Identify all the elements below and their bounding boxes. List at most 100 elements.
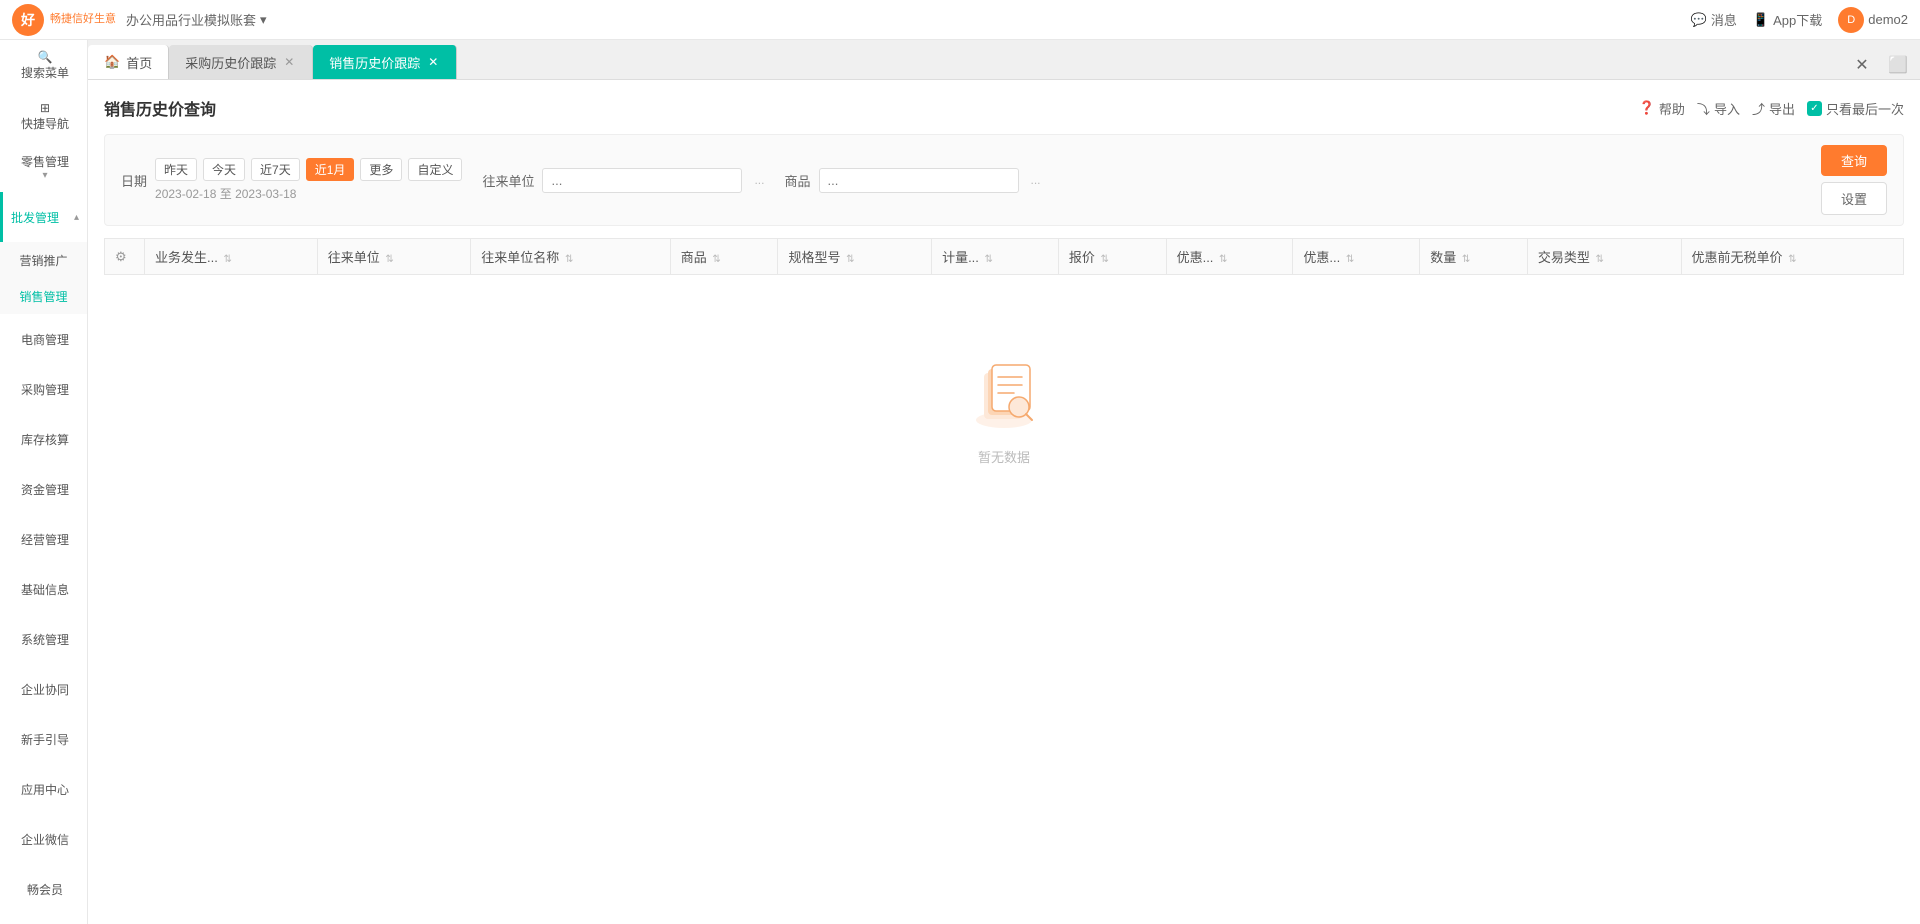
sidebar-item-label: 基础信息 xyxy=(21,581,69,598)
search-button[interactable]: 查询 xyxy=(1821,145,1887,176)
download-icon: 📱 xyxy=(1753,12,1769,28)
date-filters: 昨天 今天 近7天 近1月 更多 自定义 2023-02-18 至 2023-0… xyxy=(155,158,462,202)
gear-icon[interactable]: ⚙ xyxy=(115,249,127,264)
date-btn-custom[interactable]: 自定义 xyxy=(408,158,462,181)
date-btn-7days[interactable]: 近7天 xyxy=(251,158,300,181)
partner-dots: ... xyxy=(754,173,764,187)
product-filter-group: 商品 ... xyxy=(784,168,1040,193)
sidebar-item-label: 企业协同 xyxy=(21,681,69,698)
sidebar-item-member[interactable]: 畅会员 xyxy=(0,864,87,914)
sidebar-item-quick-nav[interactable]: ⊞ 快捷导航 xyxy=(0,91,87,142)
help-button[interactable]: ❓ 帮助 xyxy=(1639,99,1685,118)
sidebar-item-label: 采购管理 xyxy=(21,381,69,398)
sidebar-item-purchase-mgmt[interactable]: 采购管理 xyxy=(0,364,87,414)
app-selector-label: 办公用品行业模拟账套 xyxy=(126,10,256,29)
message-icon: 💬 xyxy=(1691,12,1707,28)
sidebar-item-app-center[interactable]: 应用中心 xyxy=(0,764,87,814)
sidebar-item-basic-info[interactable]: 基础信息 xyxy=(0,564,87,614)
pretax-price-col-header[interactable]: 优惠前无税单价 ⇅ xyxy=(1681,239,1904,275)
date-label: 日期 xyxy=(121,171,147,190)
main-container: 🔍 搜索菜单 ⊞ 快捷导航 零售管理 ▾ 批发管理 ▴ 营销推广 销售管理 电商… xyxy=(0,40,1920,924)
sidebar-item-system-mgmt[interactable]: 系统管理 xyxy=(0,614,87,664)
partner-input[interactable] xyxy=(542,168,742,193)
grid-icon: ⊞ xyxy=(40,101,50,115)
col-label: 计量... xyxy=(942,250,979,265)
close-all-tabs-button[interactable]: ✕ xyxy=(1848,51,1876,79)
table-header: ⚙ 业务发生... ⇅ 往来单位 ⇅ 往来单位名称 ⇅ xyxy=(105,239,1904,275)
product-label: 商品 xyxy=(784,171,810,190)
sidebar-item-enterprise-wechat[interactable]: 企业微信 xyxy=(0,814,87,864)
quote-col-header[interactable]: 报价 ⇅ xyxy=(1058,239,1166,275)
date-btn-row: 昨天 今天 近7天 近1月 更多 自定义 xyxy=(155,158,462,181)
search-icon: 🔍 xyxy=(38,50,53,64)
product-col-header[interactable]: 商品 ⇅ xyxy=(670,239,778,275)
date-btn-1month[interactable]: 近1月 xyxy=(306,158,355,181)
sidebar-item-sales-mgmt[interactable]: 销售管理 xyxy=(0,278,87,314)
message-button[interactable]: 💬 消息 xyxy=(1691,10,1737,29)
date-btn-yesterday[interactable]: 昨天 xyxy=(155,158,197,181)
date-btn-more[interactable]: 更多 xyxy=(360,158,402,181)
only-last-checkbox-group[interactable]: ✓ 只看最后一次 xyxy=(1807,99,1904,118)
sidebar-item-ecommerce[interactable]: 电商管理 xyxy=(0,314,87,364)
data-table: ⚙ 业务发生... ⇅ 往来单位 ⇅ 往来单位名称 ⇅ xyxy=(104,238,1904,275)
export-button[interactable]: ⤴ 导出 xyxy=(1752,99,1795,118)
sidebar-item-marketing[interactable]: 营销推广 xyxy=(0,242,87,278)
tab-purchase-close[interactable]: ✕ xyxy=(282,53,296,71)
page-title: 销售历史价查询 xyxy=(104,96,216,120)
sidebar-item-label: 电商管理 xyxy=(21,331,69,348)
date-filter-group: 日期 昨天 今天 近7天 近1月 更多 自定义 2023-02-18 至 202… xyxy=(121,158,462,202)
sort-icon: ⇅ xyxy=(1101,254,1109,265)
col-label: 优惠前无税单价 xyxy=(1692,250,1783,265)
discount1-col-header[interactable]: 优惠... ⇅ xyxy=(1166,239,1293,275)
tab-home-label: 首页 xyxy=(126,53,152,72)
sidebar-item-label: 搜索菜单 xyxy=(21,64,69,81)
sidebar-item-search-menu[interactable]: 🔍 搜索菜单 xyxy=(0,40,87,91)
tab-bar: 🏠 首页 采购历史价跟踪 ✕ 销售历史价跟踪 ✕ ✕ ⬜ xyxy=(88,40,1920,80)
date-btn-today[interactable]: 今天 xyxy=(203,158,245,181)
sidebar-item-finance[interactable]: 资金管理 xyxy=(0,464,87,514)
sidebar-item-label: 经营管理 xyxy=(21,531,69,548)
col-label: 交易类型 xyxy=(1538,250,1590,265)
tab-home[interactable]: 🏠 首页 xyxy=(88,45,169,79)
unit-col-header[interactable]: 计量... ⇅ xyxy=(932,239,1059,275)
app-selector[interactable]: 办公用品行业模拟账套 ▾ xyxy=(126,10,267,29)
sidebar-item-inventory[interactable]: 库存核算 xyxy=(0,414,87,464)
sidebar-item-label: 批发管理 xyxy=(11,209,59,226)
col-label: 往来单位名称 xyxy=(481,250,559,265)
sidebar-item-enterprise-collab[interactable]: 企业协同 xyxy=(0,664,87,714)
import-button[interactable]: ⤵ 导入 xyxy=(1697,99,1740,118)
import-label: 导入 xyxy=(1714,99,1740,118)
sidebar-item-label: 零售管理 xyxy=(21,153,69,170)
spec-col-header[interactable]: 规格型号 ⇅ xyxy=(778,239,932,275)
sort-icon: ⇅ xyxy=(223,254,231,265)
top-bar-right: 💬 消息 📱 App下载 D demo2 xyxy=(1691,7,1908,33)
sidebar-item-beginner[interactable]: 新手引导 xyxy=(0,714,87,764)
tab-purchase-history[interactable]: 采购历史价跟踪 ✕ xyxy=(169,45,313,79)
sidebar-item-wholesale-mgmt[interactable]: 批发管理 ▴ xyxy=(0,192,87,242)
sort-icon: ⇅ xyxy=(1462,254,1470,265)
checkbox-checked-icon: ✓ xyxy=(1807,101,1822,116)
discount2-col-header[interactable]: 优惠... ⇅ xyxy=(1293,239,1420,275)
trade-type-col-header[interactable]: 交易类型 ⇅ xyxy=(1527,239,1681,275)
top-bar-left: 好 畅捷信好生意 办公用品行业模拟账套 ▾ xyxy=(12,4,267,36)
sidebar-item-retail-mgmt[interactable]: 零售管理 ▾ xyxy=(0,142,87,192)
sidebar-item-label: 新手引导 xyxy=(21,731,69,748)
tab-sales-close[interactable]: ✕ xyxy=(426,53,440,71)
app-download-button[interactable]: 📱 App下载 xyxy=(1753,10,1822,29)
sidebar-item-label: 资金管理 xyxy=(21,481,69,498)
quantity-col-header[interactable]: 数量 ⇅ xyxy=(1420,239,1528,275)
product-input[interactable] xyxy=(819,168,1019,193)
tab-sales-history[interactable]: 销售历史价跟踪 ✕ xyxy=(313,45,457,79)
sidebar-item-operations[interactable]: 经营管理 xyxy=(0,514,87,564)
user-menu[interactable]: D demo2 xyxy=(1838,7,1908,33)
partner-code-col-header[interactable]: 往来单位 ⇅ xyxy=(317,239,471,275)
setting-button[interactable]: 设置 xyxy=(1821,182,1887,215)
biz-date-col-header[interactable]: 业务发生... ⇅ xyxy=(145,239,318,275)
partner-name-col-header[interactable]: 往来单位名称 ⇅ xyxy=(471,239,670,275)
sidebar: 🔍 搜索菜单 ⊞ 快捷导航 零售管理 ▾ 批发管理 ▴ 营销推广 销售管理 电商… xyxy=(0,40,88,924)
maximize-button[interactable]: ⬜ xyxy=(1884,51,1912,79)
logo-icon: 好 xyxy=(12,4,44,36)
settings-col-header: ⚙ xyxy=(105,239,145,275)
sort-icon: ⇅ xyxy=(1219,254,1227,265)
tab-purchase-label: 采购历史价跟踪 xyxy=(185,53,276,72)
